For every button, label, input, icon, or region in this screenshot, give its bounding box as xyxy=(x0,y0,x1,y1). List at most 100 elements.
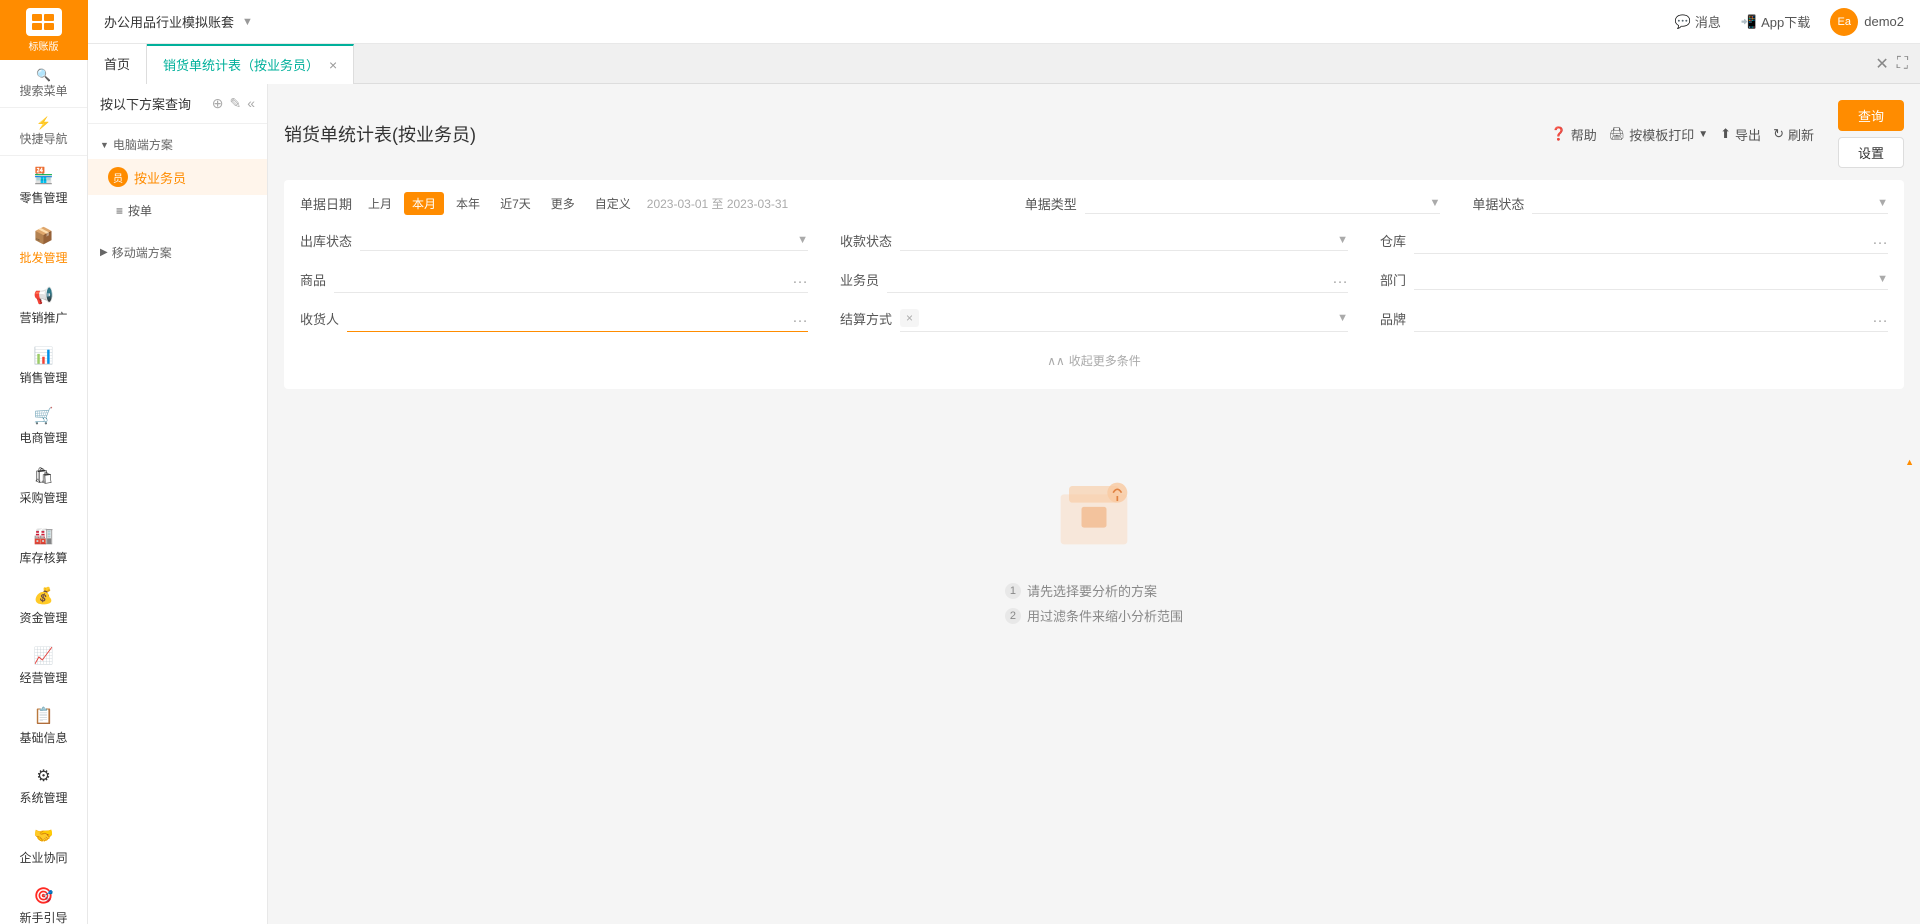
top-header: 办公用品行业模拟账套 ▼ 💬 消息 📲 App下载 Ea demo2 xyxy=(88,0,1920,44)
avatar-initials: Ea xyxy=(1838,16,1851,28)
settlement-select[interactable]: × ▼ xyxy=(900,305,1348,332)
quick-nav-item[interactable]: ⚡ 快捷导航 xyxy=(0,108,87,156)
search-icon: 🔍 xyxy=(0,68,87,82)
chevron-down-icon: ▼ xyxy=(100,140,109,150)
date-last-month[interactable]: 上月 xyxy=(360,192,400,215)
help-button[interactable]: ❓ 帮助 xyxy=(1551,125,1597,144)
sidebar-item-finance[interactable]: 💰 资金管理 xyxy=(0,576,87,636)
suite-dropdown-icon[interactable]: ▼ xyxy=(242,16,253,28)
right-panel: 销货单统计表(按业务员) ❓ 帮助 🖨 按模板打印 ▼ ⬆ 导出 xyxy=(268,84,1920,924)
marketing-icon: 📢 xyxy=(34,286,54,306)
tip-text-1: 请先选择要分析的方案 xyxy=(1027,581,1157,600)
sidebar-item-label: 营销推广 xyxy=(19,309,67,326)
message-button[interactable]: 💬 消息 xyxy=(1675,12,1721,31)
user-profile-button[interactable]: Ea demo2 xyxy=(1830,8,1904,36)
template-print-button[interactable]: 🖨 按模板打印 ▼ xyxy=(1609,125,1708,144)
tab-close-icon[interactable]: × xyxy=(329,57,337,73)
warehouse-more-icon[interactable]: … xyxy=(1872,231,1888,249)
print-icon: 🖨 xyxy=(1609,126,1626,142)
sidebar-item-purchase[interactable]: 🛍 采购管理 xyxy=(0,456,87,516)
content-area: 按以下方案查询 ⊕ ✎ « ▼ 电脑端方案 员 按业务员 ≡ 按单 xyxy=(88,84,1920,924)
dept-label: 部门 xyxy=(1380,270,1406,289)
collapse-panel-icon[interactable]: « xyxy=(247,95,255,112)
print-dropdown-icon: ▼ xyxy=(1698,129,1708,140)
sidebar-item-guide[interactable]: 🎯 新手引导 xyxy=(0,876,87,924)
sidebar-item-marketing[interactable]: 📢 营销推广 xyxy=(0,276,87,336)
consignee-more-icon[interactable]: … xyxy=(792,309,808,327)
left-panel: 按以下方案查询 ⊕ ✎ « ▼ 电脑端方案 员 按业务员 ≡ 按单 xyxy=(88,84,268,924)
sidebar-item-wholesale[interactable]: 📦 批发管理 ▲ xyxy=(0,216,87,276)
brand-more-icon[interactable]: … xyxy=(1872,309,1888,327)
edit-scheme-icon[interactable]: ✎ xyxy=(229,95,241,112)
tab-expand-icon[interactable]: ⛶ xyxy=(1897,55,1908,73)
out-status-arrow: ▼ xyxy=(797,234,808,246)
finance-icon: 💰 xyxy=(34,586,54,606)
date-this-year[interactable]: 本年 xyxy=(448,192,488,215)
goods-more-icon[interactable]: … xyxy=(792,270,808,288)
sidebar-item-operation[interactable]: 📈 经营管理 xyxy=(0,636,87,696)
sidebar-item-ecommerce[interactable]: 🛒 电商管理 xyxy=(0,396,87,456)
tab-close-window-icon[interactable]: ✕ xyxy=(1875,54,1888,74)
tab-sales-stat[interactable]: 销货单统计表（按业务员） × xyxy=(147,44,354,84)
sidebar-item-basic[interactable]: 📋 基础信息 xyxy=(0,696,87,756)
sub-item-label: 按单 xyxy=(128,202,152,219)
sidebar-item-label: 零售管理 xyxy=(19,189,67,206)
salesperson-input[interactable]: … xyxy=(887,266,1348,293)
left-panel-header: 按以下方案查询 ⊕ ✎ « xyxy=(88,84,267,124)
header-right: 💬 消息 📲 App下载 Ea demo2 xyxy=(1675,8,1904,36)
app-download-label: App下载 xyxy=(1761,12,1810,31)
sub-item-by-order[interactable]: ≡ 按单 xyxy=(88,195,267,226)
out-status-select[interactable]: ▼ xyxy=(360,230,808,251)
download-icon: 📲 xyxy=(1741,14,1757,30)
quick-icon: ⚡ xyxy=(0,116,87,130)
sidebar-item-system[interactable]: ⚙ 系统管理 xyxy=(0,756,87,816)
template-print-label: 按模板打印 xyxy=(1629,125,1694,144)
sidebar-item-sales[interactable]: 📊 销售管理 xyxy=(0,336,87,396)
brand-input[interactable]: … xyxy=(1414,305,1888,332)
doc-type-select[interactable]: ▼ xyxy=(1085,193,1441,214)
settlement-tag: × xyxy=(900,309,919,327)
empty-tip-1: 1 请先选择要分析的方案 xyxy=(1005,581,1183,600)
add-scheme-icon[interactable]: ⊕ xyxy=(212,95,224,112)
tab-home[interactable]: 首页 xyxy=(88,44,147,84)
export-button[interactable]: ⬆ 导出 xyxy=(1720,125,1761,144)
goods-input[interactable]: … xyxy=(334,266,808,293)
filter-row-1: 单据日期 上月 本月 本年 近7天 更多 自定义 2023-03-01 至 20… xyxy=(300,192,1888,215)
sidebar-item-label: 系统管理 xyxy=(19,789,67,806)
sales-icon: 📊 xyxy=(34,346,54,366)
date-last-7days[interactable]: 近7天 xyxy=(492,192,539,215)
refresh-button[interactable]: ↻ 刷新 xyxy=(1773,125,1814,144)
scheme-group-mobile: ▶ 移动端方案 xyxy=(88,232,267,273)
mobile-scheme-title[interactable]: ▶ 移动端方案 xyxy=(88,238,267,267)
app-download-button[interactable]: 📲 App下载 xyxy=(1741,12,1810,31)
logo-text: 标账版 xyxy=(29,38,59,53)
export-label: 导出 xyxy=(1735,125,1761,144)
sidebar-item-retail[interactable]: 🏪 零售管理 xyxy=(0,156,87,216)
query-button[interactable]: 查询 xyxy=(1838,100,1904,131)
settlement-arrow: ▼ xyxy=(1337,312,1348,324)
settlement-clear-icon[interactable]: × xyxy=(906,311,913,325)
help-icon: ❓ xyxy=(1551,126,1567,142)
scheme-item-by-salesperson[interactable]: 员 按业务员 xyxy=(88,159,267,195)
payment-status-select[interactable]: ▼ xyxy=(900,230,1348,251)
search-menu-item[interactable]: 🔍 搜索菜单 xyxy=(0,60,87,108)
date-more[interactable]: 更多 xyxy=(543,192,583,215)
doc-status-select[interactable]: ▼ xyxy=(1532,193,1888,214)
salesperson-more-icon[interactable]: … xyxy=(1332,270,1348,288)
retail-icon: 🏪 xyxy=(34,166,54,186)
warehouse-input[interactable]: … xyxy=(1414,227,1888,254)
sidebar-item-inventory[interactable]: 🏭 库存核算 xyxy=(0,516,87,576)
sidebar-item-coop[interactable]: 🤝 企业协同 xyxy=(0,816,87,876)
collapse-button[interactable]: ∧∧ 收起更多条件 xyxy=(1047,352,1141,369)
filter-settlement: 结算方式 × ▼ xyxy=(840,305,1348,332)
date-this-month[interactable]: 本月 xyxy=(404,192,444,215)
page-title-bar: 销货单统计表(按业务员) ❓ 帮助 🖨 按模板打印 ▼ ⬆ 导出 xyxy=(284,100,1904,168)
left-panel-title: 按以下方案查询 xyxy=(100,94,191,113)
date-label: 单据日期 xyxy=(300,194,352,213)
mobile-scheme-label: 移动端方案 xyxy=(112,244,172,261)
date-custom[interactable]: 自定义 xyxy=(587,192,639,215)
settings-button[interactable]: 设置 xyxy=(1838,137,1904,168)
dept-select[interactable]: ▼ xyxy=(1414,269,1888,290)
pc-scheme-label: 电脑端方案 xyxy=(113,136,173,153)
consignee-input[interactable]: … xyxy=(347,305,808,332)
